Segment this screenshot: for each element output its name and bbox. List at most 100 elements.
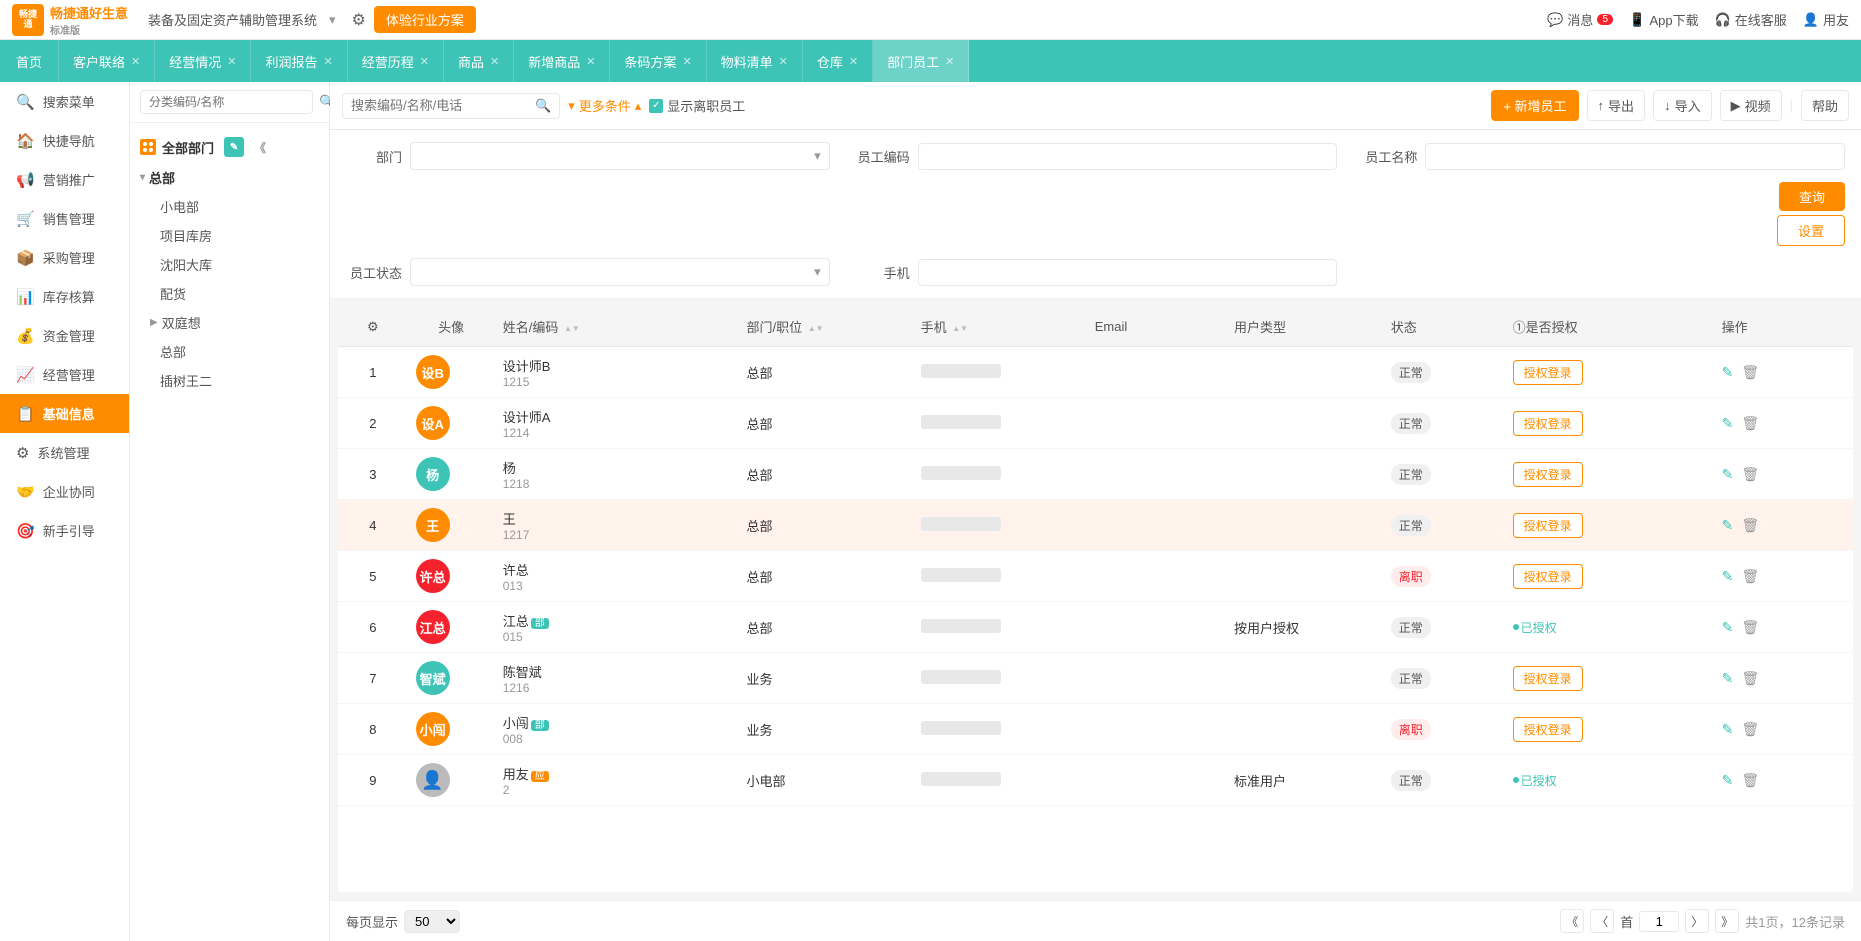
close-icon[interactable]: ✕ bbox=[682, 55, 691, 68]
sidebar-item-search[interactable]: 🔍 搜索菜单 bbox=[0, 82, 129, 121]
tab-customer[interactable]: 客户联络 ✕ bbox=[59, 40, 155, 82]
edit-btn[interactable]: ✎ bbox=[1722, 670, 1734, 687]
tab-home[interactable]: 首页 bbox=[0, 40, 59, 82]
delete-btn[interactable]: 🗑 bbox=[1741, 619, 1759, 636]
sidebar-item-marketing[interactable]: 📢 营销推广 bbox=[0, 160, 129, 199]
next-page-btn[interactable]: 〉 bbox=[1685, 909, 1709, 933]
delete-btn[interactable]: 🗑 bbox=[1741, 721, 1759, 738]
auth-btn[interactable]: 授权登录 bbox=[1513, 411, 1583, 436]
auth-btn[interactable]: 授权登录 bbox=[1513, 717, 1583, 742]
online-service-btn[interactable]: 🎧 在线客服 bbox=[1715, 10, 1787, 29]
sidebar-item-system[interactable]: ⚙ 系统管理 bbox=[0, 433, 129, 472]
show-resigned-toggle[interactable]: ✓ 显示离职员工 bbox=[649, 96, 745, 115]
tab-history[interactable]: 经营历程 ✕ bbox=[348, 40, 444, 82]
dept-node-peihuo[interactable]: 配货 bbox=[130, 279, 329, 308]
auth-btn[interactable]: 授权登录 bbox=[1513, 513, 1583, 538]
empcode-filter-input[interactable] bbox=[918, 143, 1338, 170]
dept-collapse-btn[interactable]: 《 bbox=[254, 139, 266, 156]
th-phone[interactable]: 手机 ▲▼ bbox=[913, 307, 1087, 347]
trial-button[interactable]: 体验行业方案 bbox=[374, 6, 476, 33]
edit-btn[interactable]: ✎ bbox=[1722, 721, 1734, 738]
set-btn[interactable]: 设置 bbox=[1777, 215, 1845, 246]
tab-operation[interactable]: 经营情况 ✕ bbox=[155, 40, 251, 82]
th-settings[interactable]: ⚙ bbox=[338, 307, 408, 347]
dept-node-xiangmu[interactable]: 项目库房 bbox=[130, 221, 329, 250]
empname-filter-input[interactable] bbox=[1425, 143, 1845, 170]
tab-add-goods[interactable]: 新增商品 ✕ bbox=[514, 40, 610, 82]
view-btn[interactable]: ▶ 视频 bbox=[1720, 90, 1782, 121]
dept-all-item[interactable]: 全部部门 ✎ 《 bbox=[130, 131, 329, 163]
close-icon[interactable]: ✕ bbox=[490, 55, 499, 68]
first-page-btn[interactable]: 《 bbox=[1560, 909, 1584, 933]
th-name[interactable]: 姓名/编码 ▲▼ bbox=[495, 307, 739, 347]
page-input[interactable] bbox=[1639, 911, 1679, 932]
search-input[interactable] bbox=[351, 98, 531, 113]
delete-btn[interactable]: 🗑 bbox=[1741, 466, 1759, 483]
sidebar-item-collab[interactable]: 🤝 企业协同 bbox=[0, 472, 129, 511]
auth-btn[interactable]: 授权登录 bbox=[1513, 360, 1583, 385]
import-btn[interactable]: ↓ 导入 bbox=[1653, 90, 1712, 121]
delete-btn[interactable]: 🗑 bbox=[1741, 670, 1759, 687]
edit-btn[interactable]: ✎ bbox=[1722, 568, 1734, 585]
phone-filter-input[interactable] bbox=[918, 259, 1338, 286]
edit-btn[interactable]: ✎ bbox=[1722, 517, 1734, 534]
search-btn-icon[interactable]: 🔍 bbox=[535, 98, 551, 114]
close-icon[interactable]: ✕ bbox=[849, 55, 858, 68]
edit-btn[interactable]: ✎ bbox=[1722, 466, 1734, 483]
close-icon[interactable]: ✕ bbox=[945, 55, 954, 68]
status-filter-select[interactable]: ▾ bbox=[410, 258, 830, 286]
close-icon[interactable]: ✕ bbox=[420, 55, 429, 68]
dept-node-chashuwang[interactable]: 插树王二 bbox=[130, 366, 329, 395]
settings-icon[interactable]: ⚙ bbox=[367, 319, 379, 334]
close-icon[interactable]: ✕ bbox=[779, 55, 788, 68]
sidebar-item-nav[interactable]: 🏠 快捷导航 bbox=[0, 121, 129, 160]
delete-btn[interactable]: 🗑 bbox=[1741, 364, 1759, 381]
dept-search-input[interactable] bbox=[140, 90, 313, 114]
resigned-checkbox[interactable]: ✓ bbox=[649, 99, 663, 113]
edit-btn[interactable]: ✎ bbox=[1722, 619, 1734, 636]
tab-dept-employee[interactable]: 部门员工 ✕ bbox=[873, 40, 969, 82]
prev-page-btn[interactable]: 〈 bbox=[1590, 909, 1614, 933]
tab-warehouse[interactable]: 仓库 ✕ bbox=[803, 40, 873, 82]
dept-edit-btn[interactable]: ✎ bbox=[224, 137, 244, 157]
sidebar-item-basic[interactable]: 📋 基础信息 bbox=[0, 394, 129, 433]
app-download-btn[interactable]: 📱 App下载 bbox=[1629, 10, 1698, 29]
sidebar-item-operation[interactable]: 📈 经营管理 bbox=[0, 355, 129, 394]
sidebar-item-sales[interactable]: 🛒 销售管理 bbox=[0, 199, 129, 238]
sidebar-item-finance[interactable]: 💰 资金管理 bbox=[0, 316, 129, 355]
tab-bom[interactable]: 物料清单 ✕ bbox=[707, 40, 803, 82]
tab-goods[interactable]: 商品 ✕ bbox=[444, 40, 514, 82]
dept-node-shenyang[interactable]: 沈阳大库 bbox=[130, 250, 329, 279]
delete-btn[interactable]: 🗑 bbox=[1741, 517, 1759, 534]
delete-btn[interactable]: 🗑 bbox=[1741, 772, 1759, 789]
last-page-btn[interactable]: 》 bbox=[1715, 909, 1739, 933]
system-title-arrow[interactable]: ▾ bbox=[329, 12, 336, 28]
dept-node-xiaodibu[interactable]: 小电部 bbox=[130, 192, 329, 221]
edit-btn[interactable]: ✎ bbox=[1722, 364, 1734, 381]
auth-btn[interactable]: 授权登录 bbox=[1513, 462, 1583, 487]
close-icon[interactable]: ✕ bbox=[131, 55, 140, 68]
delete-btn[interactable]: 🗑 bbox=[1741, 568, 1759, 585]
sidebar-item-purchase[interactable]: 📦 采购管理 bbox=[0, 238, 129, 277]
delete-btn[interactable]: 🗑 bbox=[1741, 415, 1759, 432]
th-dept[interactable]: 部门/职位 ▲▼ bbox=[738, 307, 912, 347]
auth-btn[interactable]: 授权登录 bbox=[1513, 564, 1583, 589]
tab-profit[interactable]: 利润报告 ✕ bbox=[251, 40, 347, 82]
close-icon[interactable]: ✕ bbox=[586, 55, 595, 68]
dept-filter-select[interactable]: ▾ bbox=[410, 142, 830, 170]
query-btn[interactable]: 查询 bbox=[1779, 182, 1845, 211]
user-btn[interactable]: 👤 用友 bbox=[1803, 10, 1849, 29]
sidebar-item-inventory[interactable]: 📊 库存核算 bbox=[0, 277, 129, 316]
dept-node-shuangting[interactable]: ▶ 双庭想 bbox=[130, 308, 329, 337]
edit-btn[interactable]: ✎ bbox=[1722, 772, 1734, 789]
more-filters-btn[interactable]: ▾ 更多条件 ▴ bbox=[568, 96, 641, 115]
close-icon[interactable]: ✕ bbox=[227, 55, 236, 68]
export-btn[interactable]: ↑ 导出 bbox=[1587, 90, 1646, 121]
help-btn[interactable]: 帮助 bbox=[1801, 90, 1849, 121]
add-employee-btn[interactable]: + 新增员工 bbox=[1491, 90, 1578, 121]
dept-node-zongbu2[interactable]: 总部 bbox=[130, 337, 329, 366]
sidebar-item-guide[interactable]: 🎯 新手引导 bbox=[0, 511, 129, 550]
close-icon[interactable]: ✕ bbox=[324, 55, 333, 68]
auth-btn[interactable]: 授权登录 bbox=[1513, 666, 1583, 691]
message-btn[interactable]: 💬 消息 5 bbox=[1547, 10, 1613, 29]
